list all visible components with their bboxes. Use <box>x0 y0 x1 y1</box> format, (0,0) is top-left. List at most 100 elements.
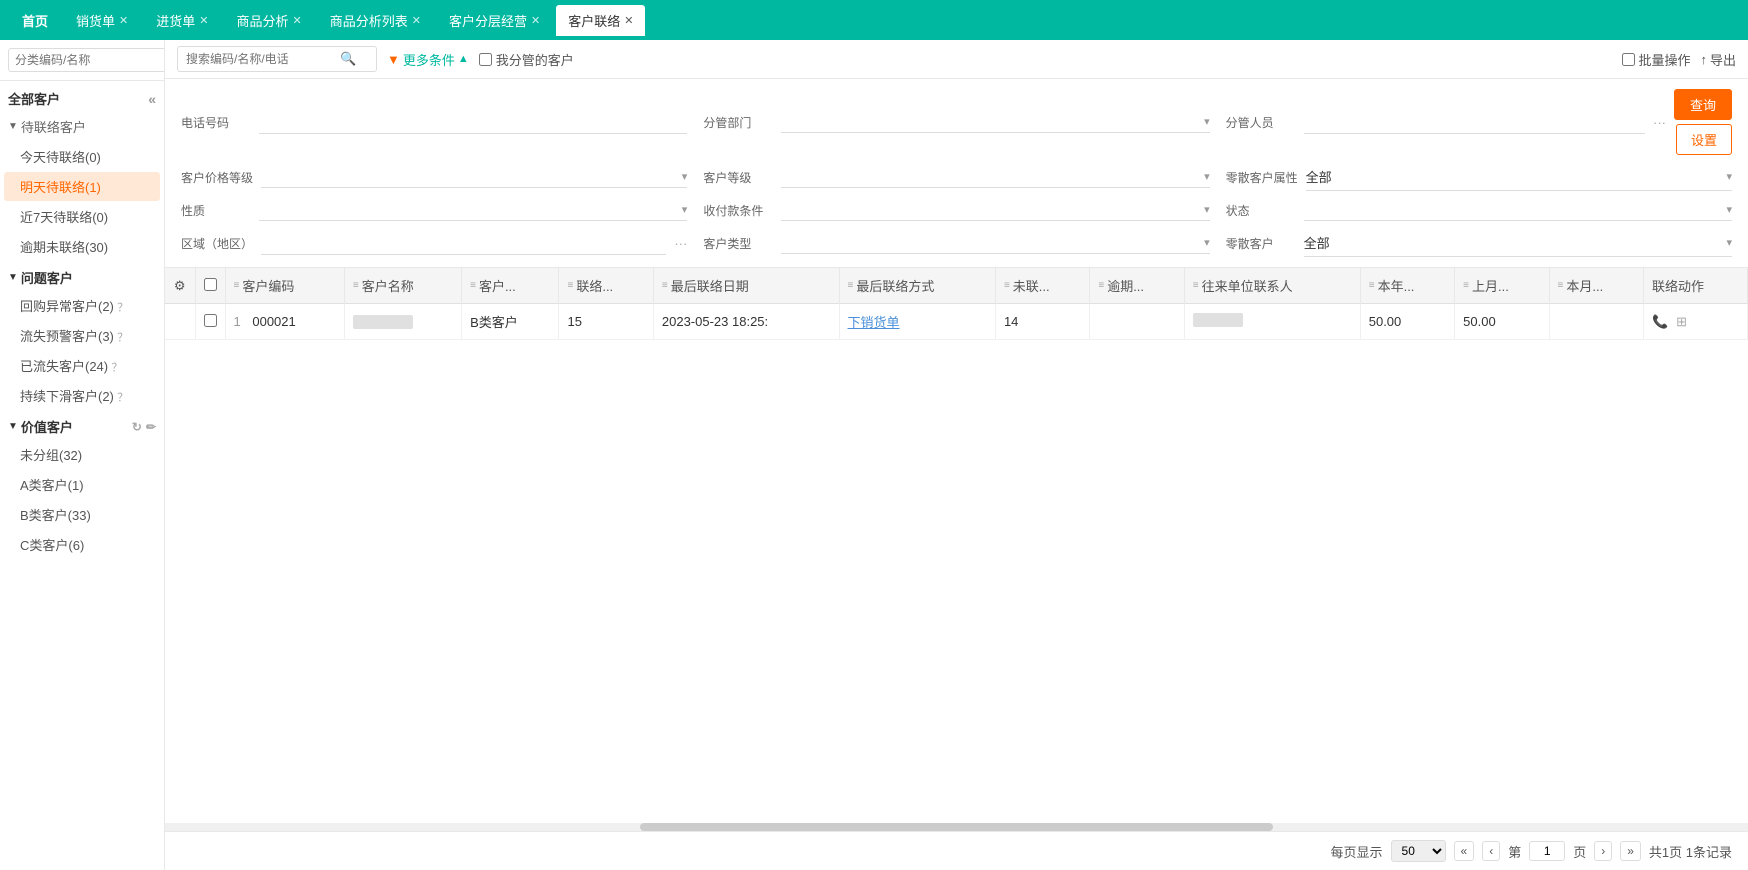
next-page-btn[interactable]: › <box>1594 841 1612 861</box>
sidebar-group-problem[interactable]: ▼ 问题客户 <box>0 262 164 290</box>
col-sort-icon[interactable]: ≡ <box>1369 280 1375 291</box>
gear-icon[interactable]: ⚙ <box>174 278 186 293</box>
col-sort-icon[interactable]: ≡ <box>234 280 240 291</box>
region-input[interactable] <box>261 232 666 255</box>
last-page-btn[interactable]: » <box>1620 841 1641 861</box>
nav-tab-5[interactable]: 客户联络 ✕ <box>556 5 645 36</box>
price-grade-select[interactable]: ▾ <box>261 166 687 188</box>
col-name: ≡ 客户名称 <box>344 268 461 304</box>
row-action: 📞 ⊞ <box>1643 304 1747 340</box>
close-icon-4[interactable]: ✕ <box>531 14 540 27</box>
sidebar-group-pending[interactable]: ▼ 待联络客户 <box>0 112 164 141</box>
sidebar-item-7days[interactable]: 近7天待联络(0) <box>4 202 160 231</box>
search-wrap: 🔍 <box>177 46 377 72</box>
close-icon-2[interactable]: ✕ <box>293 14 302 27</box>
batch-op-btn[interactable]: 批量操作 <box>1622 50 1690 69</box>
row-last-method[interactable]: 下销货单 <box>839 304 995 340</box>
close-icon-0[interactable]: ✕ <box>119 14 128 27</box>
search-icon[interactable]: 🔍 <box>340 51 356 67</box>
my-customers-checkbox[interactable]: 我分管的客户 <box>479 50 574 69</box>
col-sort-icon[interactable]: ≡ <box>1004 280 1010 291</box>
status-select[interactable]: ▾ <box>1304 199 1732 221</box>
sidebar-item-c-class[interactable]: C类客户(6) <box>4 530 160 559</box>
phone-input[interactable] <box>259 111 687 134</box>
sidebar-group-value[interactable]: ▼ 价值客户 ↻ ✏ <box>0 411 164 439</box>
sidebar-item-ungrouped[interactable]: 未分组(32) <box>4 440 160 469</box>
sidebar-item-churn-warn[interactable]: 流失预警客户(3) ？ <box>4 321 160 350</box>
col-sort-icon[interactable]: ≡ <box>1098 280 1104 291</box>
customer-grade-select[interactable]: ▾ <box>781 166 1209 188</box>
row-settings <box>165 304 195 340</box>
sidebar-item-overdue[interactable]: 逾期未联络(30) <box>4 232 160 261</box>
chevron-down-icon: ▾ <box>1204 170 1210 183</box>
call-icon[interactable]: 📞 <box>1652 314 1668 330</box>
retail-customer-select[interactable]: 全部 ▾ <box>1304 229 1732 257</box>
col-unit-contact: ≡ 往来单位联系人 <box>1184 268 1360 304</box>
search-input[interactable] <box>186 52 336 66</box>
person-input[interactable] <box>1304 111 1645 134</box>
more-conditions-btn[interactable]: ▼ 更多条件 ▲ <box>387 50 469 69</box>
sidebar-item-a-class[interactable]: A类客户(1) <box>4 470 160 499</box>
nav-tab-0[interactable]: 销货单 ✕ <box>64 5 140 36</box>
col-sort-icon[interactable]: ≡ <box>662 280 668 291</box>
horizontal-scrollbar[interactable] <box>165 823 1748 831</box>
page-input[interactable] <box>1529 841 1565 861</box>
close-icon-3[interactable]: ✕ <box>412 14 421 27</box>
nav-tab-2[interactable]: 商品分析 ✕ <box>224 5 313 36</box>
batch-op-check[interactable] <box>1622 53 1635 66</box>
sidebar-all-customers[interactable]: 全部客户 « <box>0 81 164 112</box>
col-sort-icon[interactable]: ≡ <box>353 280 359 291</box>
col-sort-icon[interactable]: ≡ <box>567 280 573 291</box>
dots-icon[interactable]: ··· <box>1653 115 1666 130</box>
nav-home[interactable]: 首页 <box>10 5 60 36</box>
nature-select[interactable]: ▾ <box>259 199 687 221</box>
filter-icon: ▼ <box>387 52 400 67</box>
row-checkbox[interactable] <box>195 304 225 340</box>
edit-icon[interactable]: ✏ <box>146 420 156 434</box>
nav-tab-3[interactable]: 商品分析列表 ✕ <box>318 5 433 36</box>
checkbox-col-header[interactable] <box>195 268 225 304</box>
sidebar-item-b-class[interactable]: B类客户(33) <box>4 500 160 529</box>
scrollbar-thumb[interactable] <box>640 823 1273 831</box>
customer-type-select[interactable]: ▾ <box>781 232 1209 254</box>
sidebar-item-declining[interactable]: 持续下滑客户(2) ？ <box>4 381 160 410</box>
my-customers-check[interactable] <box>479 53 492 66</box>
refresh-icon[interactable]: ↻ <box>132 420 142 434</box>
payment-select[interactable]: ▾ <box>781 199 1209 221</box>
row-select-checkbox[interactable] <box>204 314 217 327</box>
query-button[interactable]: 查询 <box>1674 89 1732 120</box>
payment-label: 收付款条件 <box>703 202 773 219</box>
sidebar-item-today[interactable]: 今天待联络(0) <box>4 142 160 171</box>
more-action-icon[interactable]: ⊞ <box>1676 314 1687 330</box>
col-sort-icon[interactable]: ≡ <box>1463 280 1469 291</box>
col-sort-icon[interactable]: ≡ <box>1558 280 1564 291</box>
col-sort-icon[interactable]: ≡ <box>470 280 476 291</box>
select-all-checkbox[interactable] <box>204 278 217 291</box>
nav-tab-4[interactable]: 客户分层经营 ✕ <box>437 5 552 36</box>
last-method-link[interactable]: 下销货单 <box>848 315 900 330</box>
advanced-filter-panel: 电话号码 分管部门 ▾ 分管人员 ··· 查询 设置 <box>165 79 1748 268</box>
nav-tab-1[interactable]: 进货单 ✕ <box>144 5 220 36</box>
settings-col-header[interactable]: ⚙ <box>165 268 195 304</box>
arrow-icon: ▼ <box>8 121 18 132</box>
close-icon-5[interactable]: ✕ <box>624 14 633 27</box>
sidebar-item-repurchase[interactable]: 回购异常客户(2) ？ <box>4 291 160 320</box>
region-dots-icon[interactable]: ··· <box>674 236 687 251</box>
col-last-method: ≡ 最后联络方式 <box>839 268 995 304</box>
retail-attr-select[interactable]: 全部 ▾ <box>1306 163 1732 191</box>
sidebar-search-input[interactable] <box>8 48 165 72</box>
col-sort-icon[interactable]: ≡ <box>848 280 854 291</box>
setting-button[interactable]: 设置 <box>1676 124 1732 155</box>
sidebar-item-churned[interactable]: 已流失客户(24) ？ <box>4 351 160 380</box>
row-overdue <box>1090 304 1184 340</box>
collapse-icon[interactable]: « <box>148 91 156 107</box>
close-icon-1[interactable]: ✕ <box>199 14 208 27</box>
export-btn[interactable]: ↑ 导出 <box>1700 50 1736 69</box>
first-page-btn[interactable]: « <box>1454 841 1475 861</box>
dept-select[interactable]: ▾ <box>781 111 1209 133</box>
prev-page-btn[interactable]: ‹ <box>1482 841 1500 861</box>
per-page-select[interactable]: 50 100 200 <box>1391 840 1446 862</box>
total-label: 共1页 1条记录 <box>1649 842 1732 861</box>
sidebar-item-tomorrow[interactable]: 明天待联络(1) <box>4 172 160 201</box>
col-sort-icon[interactable]: ≡ <box>1193 280 1199 291</box>
